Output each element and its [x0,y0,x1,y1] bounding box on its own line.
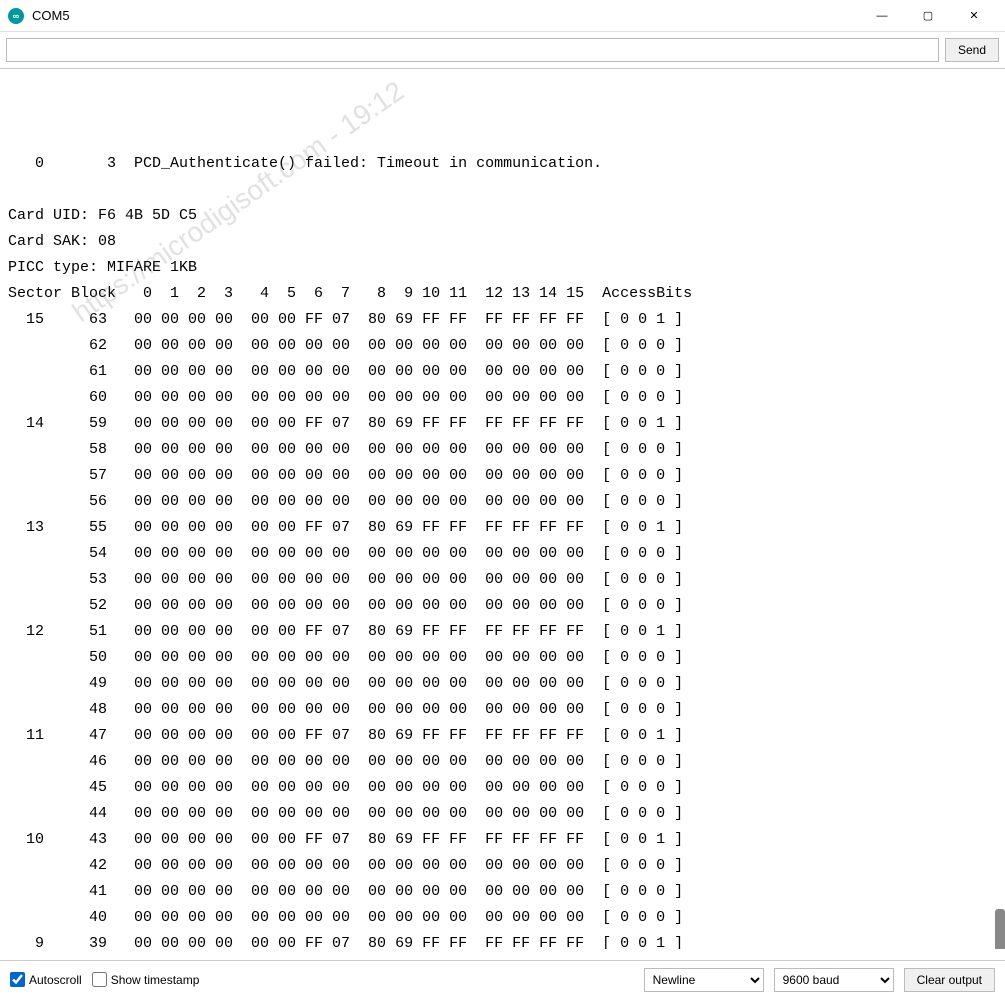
maximize-button[interactable]: ▢ [905,0,951,32]
scrollbar-thumb[interactable] [995,909,1005,949]
titlebar: ∞ COM5 — ▢ ✕ [0,0,1005,32]
timestamp-label: Show timestamp [111,973,200,987]
send-button[interactable]: Send [945,38,999,62]
command-input[interactable] [6,38,939,62]
window-title: COM5 [32,8,70,23]
baud-rate-select[interactable]: 9600 baud [774,968,894,992]
minimize-button[interactable]: — [859,0,905,32]
line-ending-select[interactable]: Newline [644,968,764,992]
send-bar: Send [0,32,1005,69]
serial-console[interactable]: https://microdigisoft.com - 19:12 0 3 PC… [0,69,1005,949]
bottom-bar: Autoscroll Show timestamp Newline 9600 b… [0,960,1005,998]
arduino-icon: ∞ [8,8,24,24]
close-button[interactable]: ✕ [951,0,997,32]
autoscroll-checkbox[interactable]: Autoscroll [10,972,82,987]
timestamp-checkbox[interactable]: Show timestamp [92,972,200,987]
autoscroll-label: Autoscroll [29,973,82,987]
clear-output-button[interactable]: Clear output [904,968,995,992]
